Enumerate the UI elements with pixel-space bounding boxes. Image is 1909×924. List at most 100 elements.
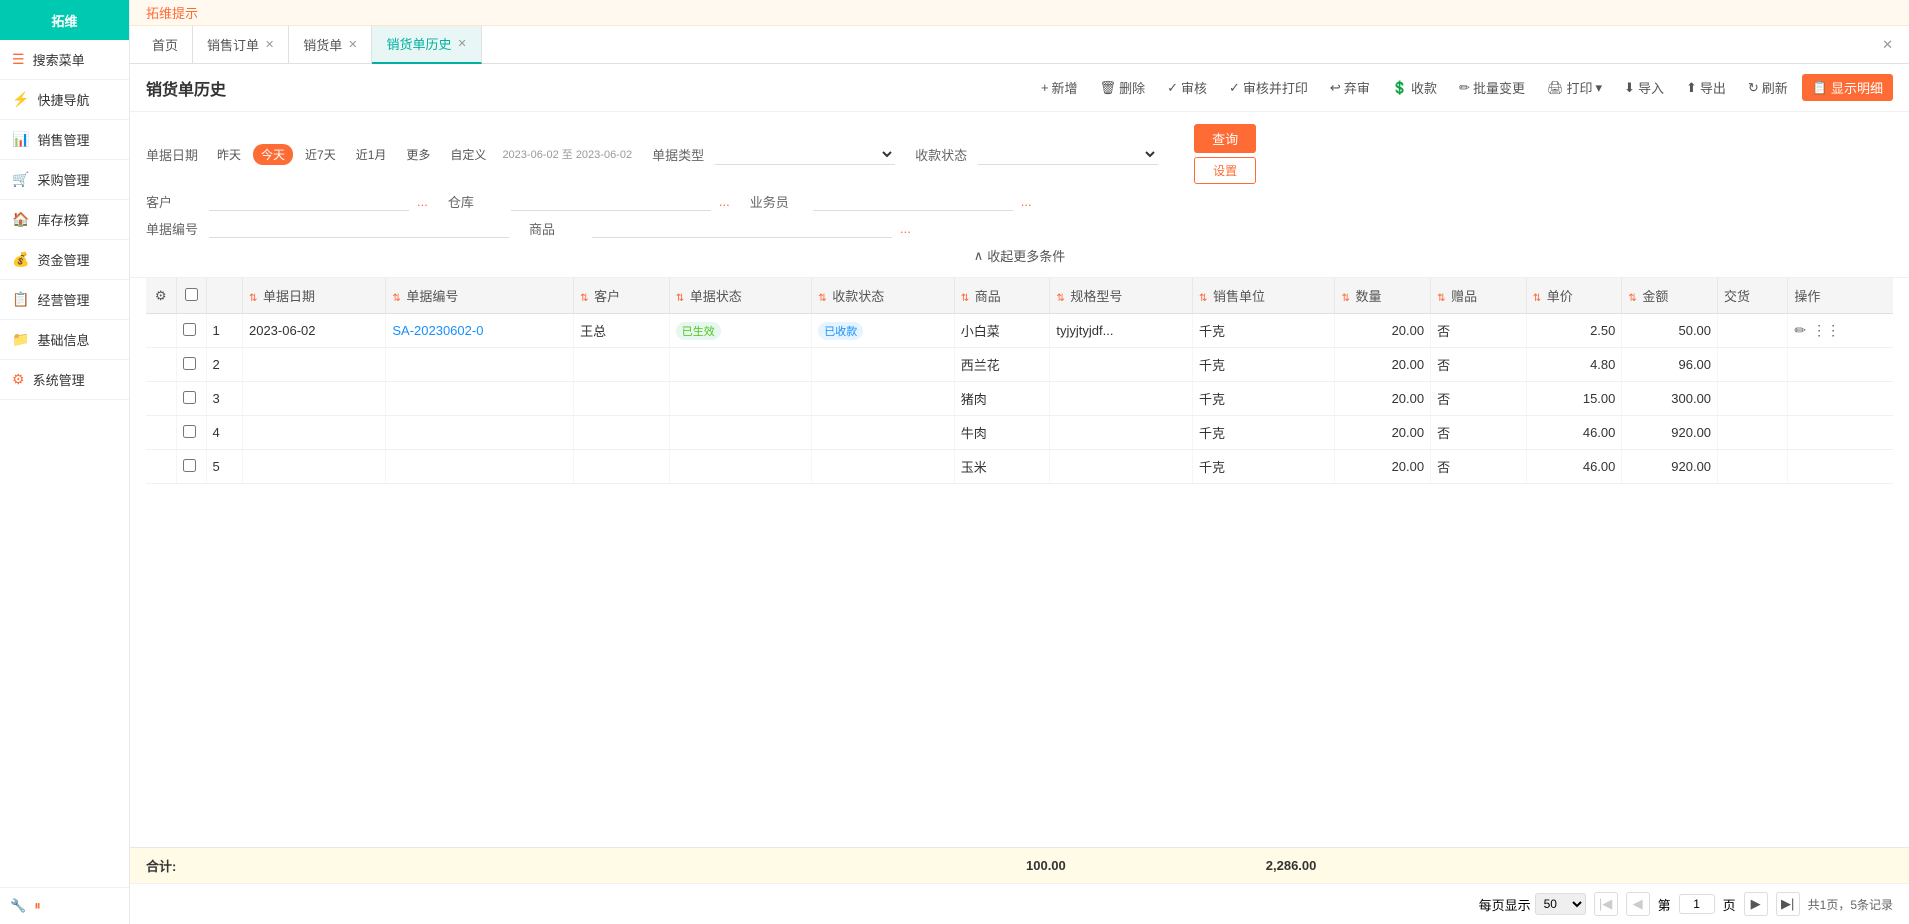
new-button[interactable]: + 新增 <box>1033 74 1086 101</box>
tab-sales-order[interactable]: 销售订单 ✕ <box>193 26 289 64</box>
batch-change-button[interactable]: ✏ 批量变更 <box>1451 74 1533 101</box>
audit-print-button[interactable]: ✓ 审核并打印 <box>1221 74 1316 101</box>
cell-qty: 20.00 <box>1335 348 1431 382</box>
close-sales-order-tab[interactable]: ✕ <box>265 38 274 51</box>
settings-bottom-icon[interactable]: 🔧 <box>10 898 26 914</box>
col-collect-status[interactable]: ⇅ 收款状态 <box>812 278 955 314</box>
collect-icon: 💲 <box>1392 80 1408 96</box>
col-gift[interactable]: ⇅ 赠品 <box>1431 278 1527 314</box>
row-checkbox[interactable] <box>183 357 196 370</box>
collapse-filter-button[interactable]: ∧ 收起更多条件 <box>974 246 1066 265</box>
col-qty[interactable]: ⇅ 数量 <box>1335 278 1431 314</box>
next-page-button[interactable]: ▶ <box>1744 892 1768 916</box>
date-pill-more[interactable]: 更多 <box>398 144 438 165</box>
col-amount[interactable]: ⇅ 金额 <box>1622 278 1718 314</box>
sidebar-item-purchase-mgmt[interactable]: 🛒 采购管理 <box>0 160 129 200</box>
cell-collect-status <box>812 416 955 450</box>
col-doc-no[interactable]: ⇅ 单据编号 <box>386 278 574 314</box>
cell-check[interactable] <box>176 348 206 382</box>
cell-check[interactable] <box>176 416 206 450</box>
set-button[interactable]: 设置 <box>1194 157 1256 184</box>
row-checkbox[interactable] <box>183 323 196 336</box>
staff-ellipsis[interactable]: ... <box>1021 194 1032 209</box>
col-goods[interactable]: ⇅ 商品 <box>954 278 1050 314</box>
date-pill-custom[interactable]: 自定义 <box>442 144 494 165</box>
filter-actions: 查询 设置 <box>1194 124 1256 184</box>
pause-icon[interactable]: ⏸ <box>34 898 41 914</box>
sort-unit-icon: ⇅ <box>1199 293 1207 304</box>
sidebar-item-label: 基础信息 <box>37 330 89 349</box>
collect-button[interactable]: 💲 收款 <box>1384 74 1445 101</box>
col-doc-status[interactable]: ⇅ 单据状态 <box>669 278 812 314</box>
sidebar-item-ops[interactable]: 📋 经营管理 <box>0 280 129 320</box>
customer-ellipsis[interactable]: ... <box>417 194 428 209</box>
export-button[interactable]: ⬆ 导出 <box>1678 74 1734 101</box>
close-sales-goods-tab[interactable]: ✕ <box>348 38 357 51</box>
collect-status-select[interactable] <box>978 144 1158 165</box>
customer-input[interactable] <box>209 192 409 211</box>
filter-area: 单据日期 昨天 今天 近7天 近1月 更多 自定义 2023-06-02 至 2… <box>130 112 1909 278</box>
col-unit[interactable]: ⇅ 销售单位 <box>1192 278 1335 314</box>
cell-check[interactable] <box>176 450 206 484</box>
refresh-button[interactable]: ↻ 刷新 <box>1740 74 1796 101</box>
row-checkbox[interactable] <box>183 425 196 438</box>
goods-input[interactable] <box>592 219 892 238</box>
query-button[interactable]: 查询 <box>1194 124 1256 153</box>
row-checkbox[interactable] <box>183 459 196 472</box>
edit-action-icon[interactable]: ✏ <box>1794 322 1806 339</box>
warehouse-ellipsis[interactable]: ... <box>719 194 730 209</box>
first-page-button[interactable]: |◀ <box>1594 892 1618 916</box>
docno-input[interactable] <box>209 219 509 238</box>
col-gear[interactable]: ⚙ <box>146 278 176 314</box>
row-checkbox[interactable] <box>183 391 196 404</box>
sidebar-item-quick-nav[interactable]: ⚡ 快捷导航 <box>0 80 129 120</box>
toolbar: + 新增 🗑 删除 ✓ 审核 ✓ 审核并打印 ↩ 弃审 <box>1033 74 1893 101</box>
doc-type-select[interactable] <box>715 144 895 165</box>
print-arrow-icon: ▾ <box>1596 80 1603 96</box>
goods-ellipsis[interactable]: ... <box>900 221 911 236</box>
cell-customer: 王总 <box>574 314 670 348</box>
last-page-button[interactable]: ▶| <box>1776 892 1800 916</box>
doc-no-link[interactable]: SA-20230602-0 <box>392 323 483 338</box>
sidebar-item-inventory[interactable]: 🏠 库存核算 <box>0 200 129 240</box>
col-check[interactable] <box>176 278 206 314</box>
col-customer[interactable]: ⇅ 客户 <box>574 278 670 314</box>
cell-check[interactable] <box>176 382 206 416</box>
export-icon: ⬆ <box>1686 80 1697 96</box>
date-pill-yesterday[interactable]: 昨天 <box>209 144 249 165</box>
more-action-icon[interactable]: ⋮⋮ <box>1812 322 1840 339</box>
sidebar-item-sys-mgmt[interactable]: ⚙ 系统管理 <box>0 360 129 400</box>
tab-home[interactable]: 首页 <box>138 26 193 64</box>
close-all-tabs[interactable]: ✕ <box>1874 37 1901 53</box>
tab-sales-history[interactable]: 销货单历史 ✕ <box>372 26 481 64</box>
cell-collect-status <box>812 450 955 484</box>
audit-button[interactable]: ✓ 审核 <box>1159 74 1215 101</box>
import-button[interactable]: ⬇ 导入 <box>1616 74 1672 101</box>
sidebar-item-basic-info[interactable]: 📁 基础信息 <box>0 320 129 360</box>
warehouse-input[interactable] <box>511 192 711 211</box>
col-doc-date[interactable]: ⇅ 单据日期 <box>242 278 385 314</box>
filter-row-1: 单据日期 昨天 今天 近7天 近1月 更多 自定义 2023-06-02 至 2… <box>146 124 1893 184</box>
date-pill-today[interactable]: 今天 <box>253 144 293 165</box>
date-pill-last1month[interactable]: 近1月 <box>348 144 395 165</box>
staff-filter-group: 业务员 ... <box>750 192 1032 211</box>
delete-button[interactable]: 🗑 删除 <box>1092 74 1154 101</box>
close-sales-history-tab[interactable]: ✕ <box>458 37 467 50</box>
main-area: 拓维提示 首页 销售订单 ✕ 销货单 ✕ 销货单历史 ✕ ✕ 销货单历史 + <box>130 0 1909 924</box>
col-price[interactable]: ⇅ 单价 <box>1526 278 1622 314</box>
sidebar-item-sales-mgmt[interactable]: 📊 销售管理 <box>0 120 129 160</box>
show-detail-button[interactable]: 📋 显示明细 <box>1802 74 1893 101</box>
sidebar-item-finance[interactable]: 💰 资金管理 <box>0 240 129 280</box>
abandon-button[interactable]: ↩ 弃审 <box>1322 74 1378 101</box>
prev-page-button[interactable]: ◀ <box>1626 892 1650 916</box>
cell-check[interactable] <box>176 314 206 348</box>
select-all-checkbox[interactable] <box>185 288 198 301</box>
page-input[interactable] <box>1679 894 1715 914</box>
page-size-select[interactable]: 50 20 100 <box>1535 893 1586 915</box>
tab-sales-goods[interactable]: 销货单 ✕ <box>289 26 372 64</box>
print-button[interactable]: 🖨 打印 ▾ <box>1539 74 1610 101</box>
sidebar-item-search-menu[interactable]: ☰ 搜索菜单 <box>0 40 129 80</box>
date-pill-last7days[interactable]: 近7天 <box>297 144 344 165</box>
col-spec[interactable]: ⇅ 规格型号 <box>1050 278 1193 314</box>
staff-input[interactable] <box>813 192 1013 211</box>
